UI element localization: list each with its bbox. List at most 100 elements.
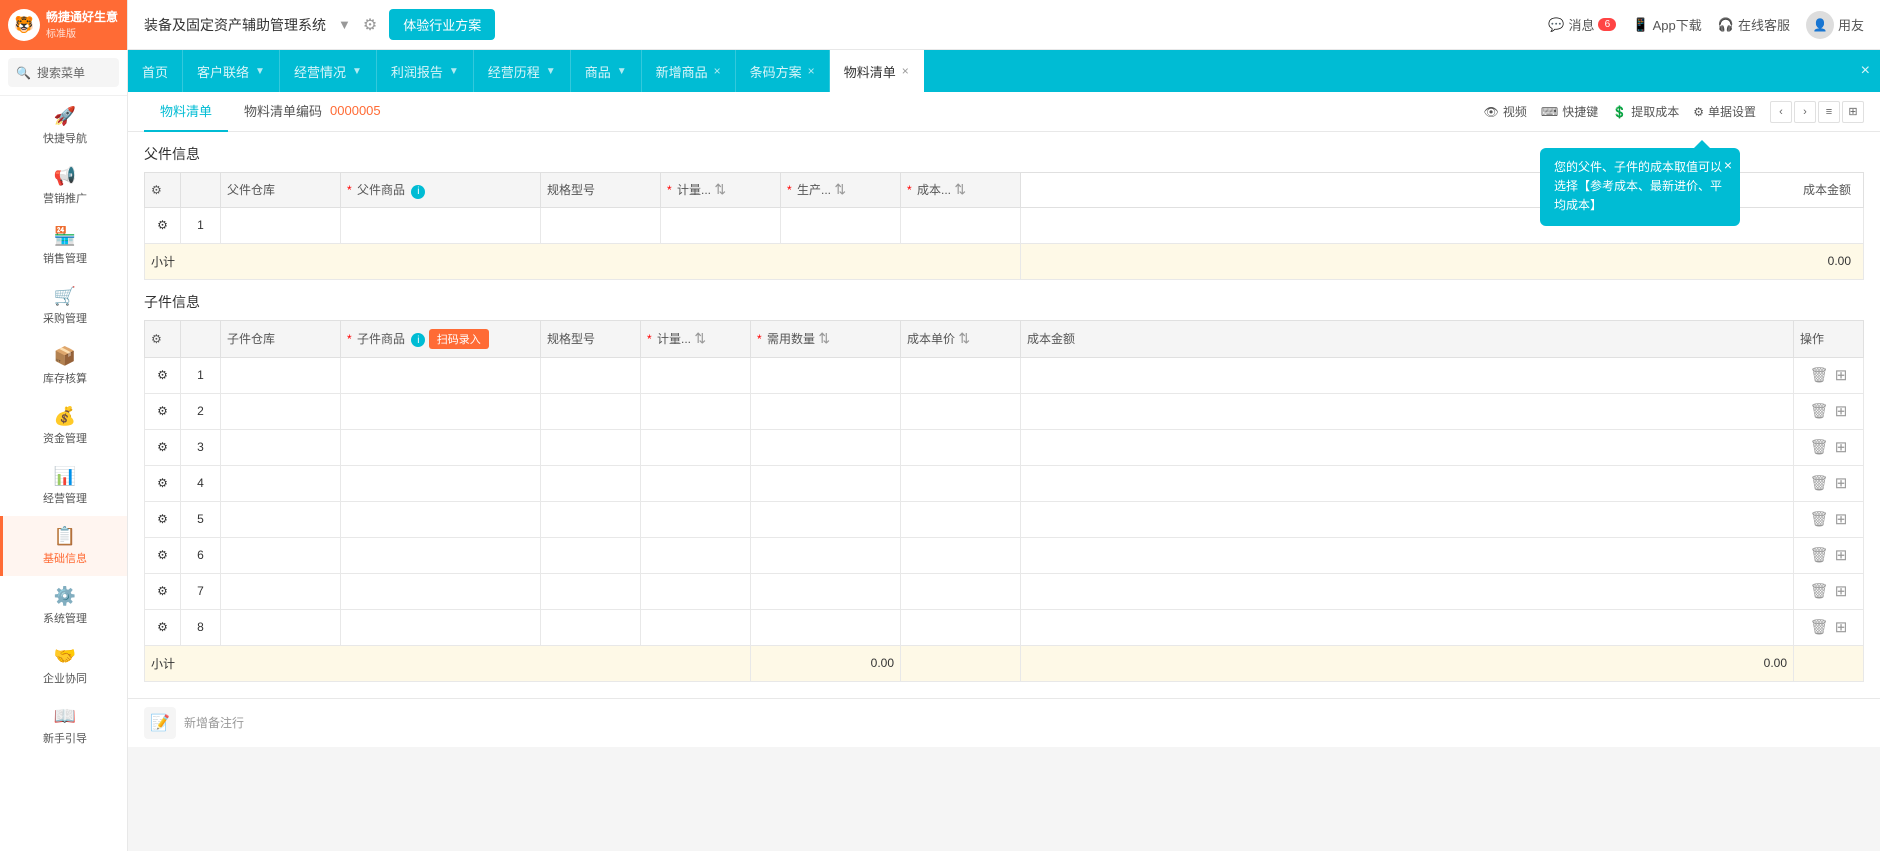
search-menu-button[interactable]: 🔍 搜索菜单: [8, 58, 119, 87]
child-qty-cell[interactable]: [751, 393, 901, 429]
child-goods-cell[interactable]: [341, 573, 541, 609]
sidebar-item-basic[interactable]: 📋 基础信息: [0, 516, 127, 576]
child-goods-cell[interactable]: [341, 465, 541, 501]
child-warehouse-cell[interactable]: [221, 573, 341, 609]
sidebar-search-area[interactable]: 🔍 搜索菜单: [0, 50, 127, 96]
child-qty-cell[interactable]: [751, 501, 901, 537]
sort-icon[interactable]: ⇅: [714, 181, 726, 197]
child-spec-cell[interactable]: [541, 357, 641, 393]
child-goods-cell[interactable]: [341, 537, 541, 573]
sidebar-item-purchase[interactable]: 🛒 采购管理: [0, 276, 127, 336]
cost-action[interactable]: 💲 提取成本: [1612, 103, 1679, 120]
child-unit-cell[interactable]: [641, 429, 751, 465]
child-spec-cell[interactable]: [541, 609, 641, 645]
child-goods-cell[interactable]: [341, 357, 541, 393]
child-qty-cell[interactable]: [751, 573, 901, 609]
tab-history[interactable]: 经营历程 ▼: [474, 50, 571, 92]
setting-action[interactable]: ⚙ 单据设置: [1693, 103, 1756, 120]
close-icon[interactable]: ×: [902, 64, 909, 78]
close-icon[interactable]: ×: [808, 64, 815, 78]
topbar-gear-icon[interactable]: ⚙: [363, 15, 377, 35]
sidebar-item-operations[interactable]: 📊 经营管理: [0, 456, 127, 516]
copy-icon[interactable]: ⊞: [1835, 438, 1848, 456]
child-warehouse-cell[interactable]: [221, 429, 341, 465]
parent-warehouse-cell[interactable]: [221, 207, 341, 243]
copy-icon[interactable]: ⊞: [1835, 618, 1848, 636]
child-unit-cost-cell[interactable]: [901, 609, 1021, 645]
child-unit-cell[interactable]: [641, 573, 751, 609]
child-warehouse-cell[interactable]: [221, 501, 341, 537]
sidebar-item-marketing[interactable]: 📢 营销推广: [0, 156, 127, 216]
child-unit-cost-cell[interactable]: [901, 393, 1021, 429]
child-qty-cell[interactable]: [751, 537, 901, 573]
sidebar-item-enterprise[interactable]: 🤝 企业协同: [0, 636, 127, 696]
copy-icon[interactable]: ⊞: [1835, 546, 1848, 564]
child-unit-cell[interactable]: [641, 357, 751, 393]
child-unit-cell[interactable]: [641, 465, 751, 501]
row-settings-cell[interactable]: ⚙: [145, 429, 181, 465]
child-unit-cell[interactable]: [641, 609, 751, 645]
parent-spec-cell[interactable]: [541, 207, 661, 243]
child-warehouse-cell[interactable]: [221, 609, 341, 645]
row-settings-cell[interactable]: ⚙: [145, 501, 181, 537]
child-unit-cost-cell[interactable]: [901, 357, 1021, 393]
child-unit-cost-cell[interactable]: [901, 465, 1021, 501]
child-unit-cell[interactable]: [641, 393, 751, 429]
child-unit-cost-cell[interactable]: [901, 537, 1021, 573]
row-settings-cell[interactable]: ⚙: [145, 465, 181, 501]
sidebar-item-sales[interactable]: 🏪 销售管理: [0, 216, 127, 276]
nav-left-button[interactable]: ‹: [1770, 101, 1792, 123]
child-unit-cost-cell[interactable]: [901, 429, 1021, 465]
child-goods-cell[interactable]: [341, 393, 541, 429]
child-warehouse-cell[interactable]: [221, 393, 341, 429]
child-qty-cell[interactable]: [751, 429, 901, 465]
row-settings-cell[interactable]: ⚙: [145, 207, 181, 243]
app-download-action[interactable]: 📱 App下载: [1632, 15, 1701, 34]
tooltip-close-button[interactable]: ×: [1724, 154, 1732, 176]
row-settings-cell[interactable]: ⚙: [145, 357, 181, 393]
trial-button[interactable]: 体验行业方案: [389, 9, 495, 40]
sidebar-item-system[interactable]: ⚙️ 系统管理: [0, 576, 127, 636]
online-service-action[interactable]: 🎧 在线客服: [1718, 15, 1790, 34]
tab-close-all[interactable]: ×: [1851, 62, 1880, 80]
child-goods-cell[interactable]: [341, 609, 541, 645]
tab-new-goods[interactable]: 新增商品 ×: [642, 50, 736, 92]
tab-barcode[interactable]: 条码方案 ×: [736, 50, 830, 92]
child-spec-cell[interactable]: [541, 537, 641, 573]
delete-icon[interactable]: 🗑: [1810, 546, 1829, 564]
delete-icon[interactable]: 🗑: [1810, 438, 1829, 456]
row-settings-cell[interactable]: ⚙: [145, 393, 181, 429]
delete-icon[interactable]: 🗑: [1810, 474, 1829, 492]
sidebar-item-quick[interactable]: 🚀 快捷导航: [0, 96, 127, 156]
child-spec-cell[interactable]: [541, 393, 641, 429]
parent-goods-cell[interactable]: [341, 207, 541, 243]
tab-customer[interactable]: 客户联络 ▼: [183, 50, 280, 92]
settings-icon[interactable]: ⚙: [151, 332, 162, 346]
sidebar-item-guide[interactable]: 📖 新手引导: [0, 696, 127, 756]
sub-tab-code[interactable]: 物料清单编码 0000005: [228, 92, 397, 132]
child-unit-cost-cell[interactable]: [901, 501, 1021, 537]
child-spec-cell[interactable]: [541, 573, 641, 609]
parent-produce-cell[interactable]: [781, 207, 901, 243]
child-spec-cell[interactable]: [541, 465, 641, 501]
nav-right-button[interactable]: ›: [1794, 101, 1816, 123]
shortcut-action[interactable]: ⌨ 快捷键: [1541, 103, 1598, 120]
message-action[interactable]: 💬 消息 6: [1548, 15, 1616, 34]
child-warehouse-cell[interactable]: [221, 537, 341, 573]
child-qty-cell[interactable]: [751, 357, 901, 393]
delete-icon[interactable]: 🗑: [1810, 618, 1829, 636]
tab-goods[interactable]: 商品 ▼: [571, 50, 642, 92]
child-warehouse-cell[interactable]: [221, 465, 341, 501]
row-settings-cell[interactable]: ⚙: [145, 609, 181, 645]
settings-icon[interactable]: ⚙: [151, 183, 162, 197]
parent-unit-cell[interactable]: [661, 207, 781, 243]
delete-icon[interactable]: 🗑: [1810, 402, 1829, 420]
copy-icon[interactable]: ⊞: [1835, 402, 1848, 420]
child-spec-cell[interactable]: [541, 429, 641, 465]
copy-icon[interactable]: ⊞: [1835, 582, 1848, 600]
child-unit-cost-cell[interactable]: [901, 573, 1021, 609]
sort-icon[interactable]: ⇅: [958, 330, 970, 346]
tab-home[interactable]: 首页: [128, 50, 183, 92]
nav-menu-button[interactable]: ≡: [1818, 101, 1840, 123]
sort-icon[interactable]: ⇅: [694, 330, 706, 346]
